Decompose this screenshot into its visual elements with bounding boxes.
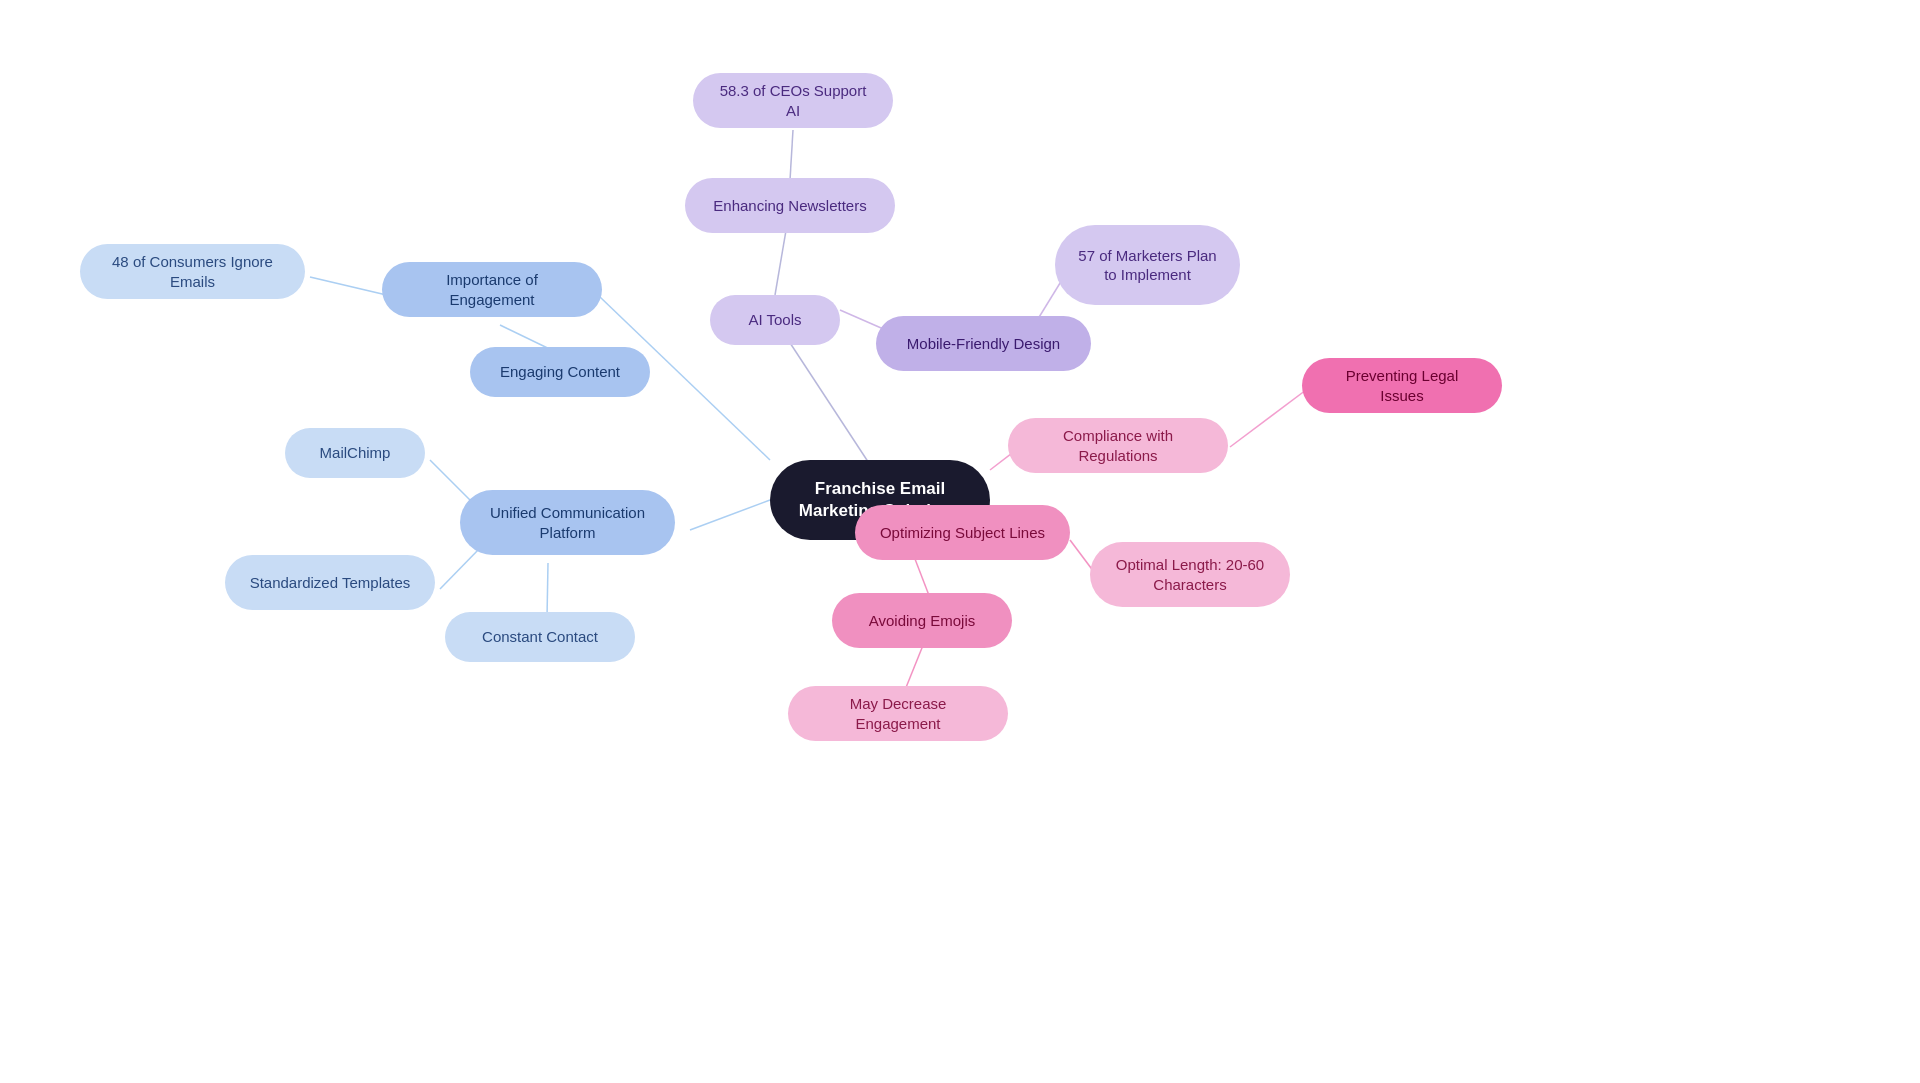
marketers-plan-node: 57 of Marketers Plan to Implement — [1055, 225, 1240, 305]
ai-tools-node: AI Tools — [710, 295, 840, 345]
consumers-ignore-node: 48 of Consumers Ignore Emails — [80, 244, 305, 299]
svg-line-17 — [547, 563, 548, 618]
svg-line-14 — [690, 500, 770, 530]
mobile-friendly-node: Mobile-Friendly Design — [876, 316, 1091, 371]
optimizing-subject-node: Optimizing Subject Lines — [855, 505, 1070, 560]
enhancing-newsletters-node: Enhancing Newsletters — [685, 178, 895, 233]
optimal-length-node: Optimal Length: 20-60 Characters — [1090, 542, 1290, 607]
svg-line-6 — [1230, 387, 1310, 447]
ceos-support-node: 58.3 of CEOs Support AI — [693, 73, 893, 128]
avoiding-emojis-node: Avoiding Emojis — [832, 593, 1012, 648]
engaging-content-node: Engaging Content — [470, 347, 650, 397]
compliance-node: Compliance with Regulations — [1008, 418, 1228, 473]
unified-platform-node: Unified Communication Platform — [460, 490, 675, 555]
may-decrease-node: May Decrease Engagement — [788, 686, 1008, 741]
importance-engagement-node: Importance of Engagement — [382, 262, 602, 317]
svg-line-16 — [440, 548, 480, 589]
svg-line-2 — [790, 130, 793, 180]
constant-contact-node: Constant Contact — [445, 612, 635, 662]
preventing-legal-node: Preventing Legal Issues — [1302, 358, 1502, 413]
standardized-templates-node: Standardized Templates — [225, 555, 435, 610]
mailchimp-node: MailChimp — [285, 428, 425, 478]
